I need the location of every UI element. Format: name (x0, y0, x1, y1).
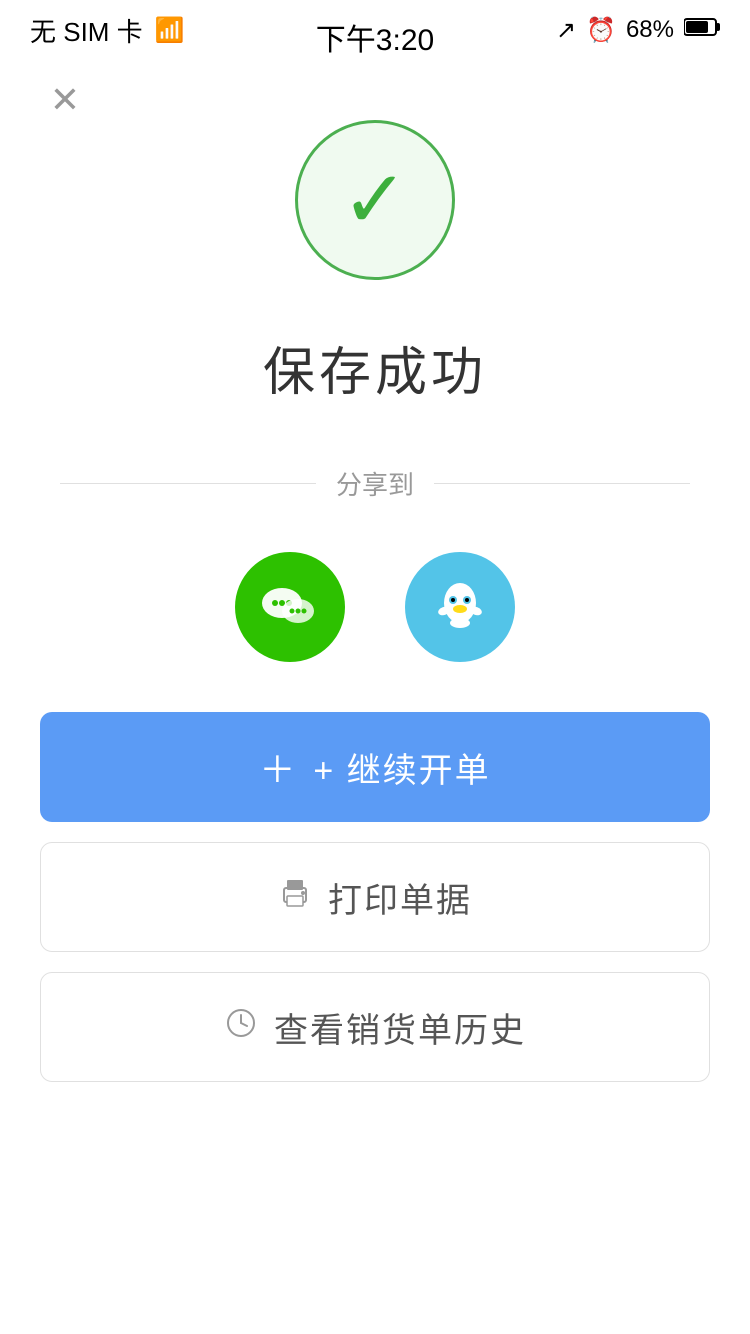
divider-left (60, 483, 316, 484)
wifi-icon: 📶 (155, 16, 185, 45)
success-circle: ✓ (295, 120, 455, 280)
continue-button[interactable]: ＋ + 继续开单 (40, 712, 710, 822)
close-button[interactable]: ✕ (40, 75, 90, 125)
plus-icon: ＋ (259, 741, 297, 793)
share-divider: 分享到 (0, 465, 750, 502)
divider-right (434, 483, 690, 484)
no-sim-label: 无 SIM 卡 (30, 12, 143, 49)
alarm-icon: ⏰ (586, 16, 616, 45)
status-right: ↗ ⏰ 68% (556, 16, 720, 45)
wechat-share-button[interactable] (235, 552, 345, 662)
qq-icon (428, 575, 492, 639)
status-bar: 无 SIM 卡 📶 下午3:20 ↗ ⏰ 68% (0, 0, 750, 60)
action-buttons: ＋ + 继续开单 打印单据 (0, 712, 750, 1082)
print-label: 打印单据 (328, 873, 472, 922)
history-button[interactable]: 查看销货单历史 (40, 972, 710, 1082)
battery-percent: 68% (626, 16, 674, 44)
share-section: 分享到 (0, 465, 750, 662)
wechat-icon (258, 575, 322, 639)
continue-label: + 继续开单 (313, 743, 490, 792)
history-label: 查看销货单历史 (274, 1003, 526, 1052)
battery-icon (684, 16, 720, 44)
status-time: 下午3:20 (316, 15, 434, 59)
print-icon (278, 876, 312, 919)
share-icons (235, 552, 515, 662)
main-content: ✓ 保存成功 分享到 (0, 60, 750, 1082)
qq-share-button[interactable] (405, 552, 515, 662)
checkmark-icon: ✓ (341, 160, 408, 240)
success-title: 保存成功 (263, 330, 487, 405)
close-icon: ✕ (50, 82, 80, 118)
share-label: 分享到 (336, 465, 414, 502)
history-icon (224, 1006, 258, 1049)
location-icon: ↗ (556, 16, 576, 45)
status-left: 无 SIM 卡 📶 (30, 12, 185, 49)
print-button[interactable]: 打印单据 (40, 842, 710, 952)
